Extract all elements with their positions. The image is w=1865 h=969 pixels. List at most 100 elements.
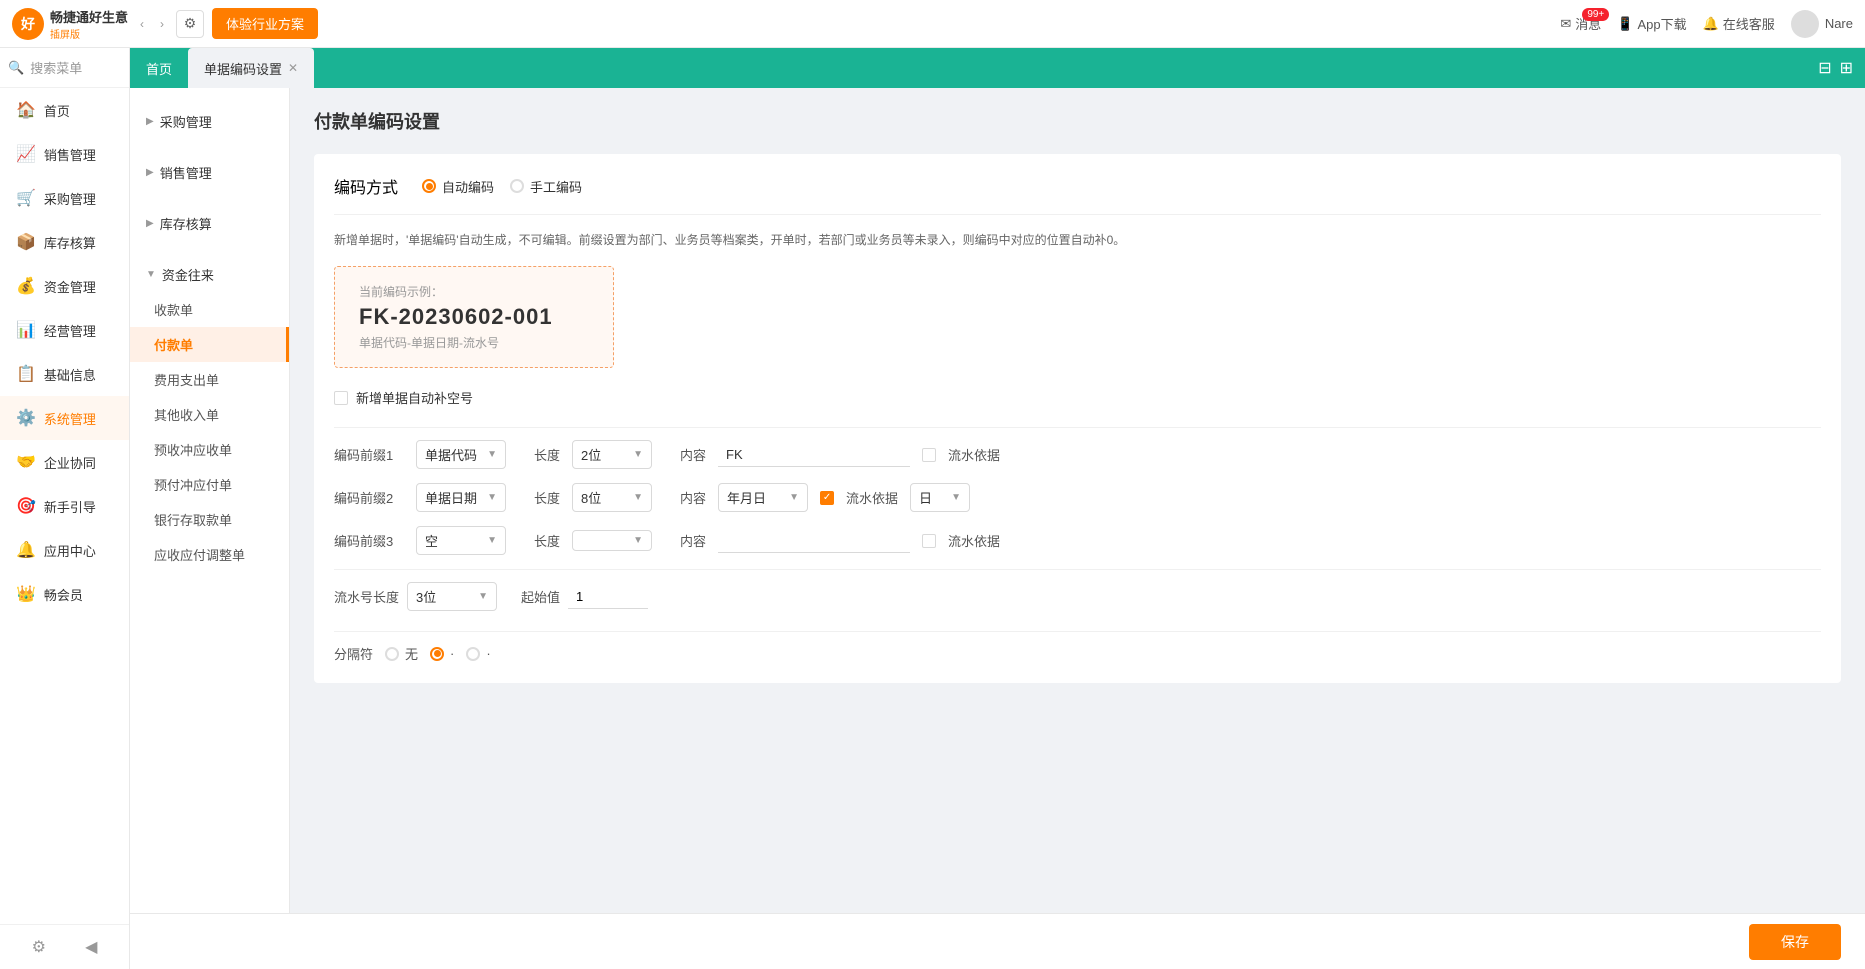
- auto-code-radio-circle: [422, 179, 436, 193]
- sub-item-expense[interactable]: 费用支出单: [130, 362, 289, 397]
- stream2-period-select[interactable]: 日 ▼: [910, 483, 970, 512]
- app-download-area[interactable]: 📱 App下载: [1617, 14, 1686, 33]
- tab-minimize-icon[interactable]: ⊟: [1818, 58, 1831, 78]
- sep-dash-inner: [434, 650, 441, 657]
- sidebar-item-basic[interactable]: 📋 基础信息: [0, 352, 129, 396]
- auto-fill-row: 新增单据自动补空号: [334, 388, 1821, 407]
- sep-dot-radio[interactable]: ·: [466, 646, 490, 661]
- divider-2: [334, 569, 1821, 570]
- sidebar-item-finance[interactable]: 💰 资金管理: [0, 264, 129, 308]
- industry-btn[interactable]: 体验行业方案: [212, 8, 318, 39]
- sub-item-other-income-label: 其他收入单: [154, 408, 219, 423]
- manual-code-radio[interactable]: 手工编码: [510, 177, 582, 196]
- code-preview-value: FK-20230602-001: [359, 304, 589, 330]
- top-bar: 好 畅捷通好生意 插屏版 ‹ › ⚙ 体验行业方案 ✉ 消息 99+ 📱 App…: [0, 0, 1865, 48]
- sub-item-other-income[interactable]: 其他收入单: [130, 397, 289, 432]
- sidebar-label-vip: 畅会员: [44, 585, 83, 604]
- purchase-icon: 🛒: [16, 188, 36, 208]
- manual-code-label: 手工编码: [530, 177, 582, 196]
- prefix2-row: 编码前缀2 单据日期 ▼ 长度 8位 ▼ 内容 年月日: [334, 483, 1821, 512]
- sidebar-item-guide[interactable]: 🎯 新手引导: [0, 484, 129, 528]
- serial-length-arrow-icon: ▼: [478, 591, 488, 602]
- sidebar-item-operation[interactable]: 📊 经营管理: [0, 308, 129, 352]
- sub-item-payment[interactable]: 付款单: [130, 327, 289, 362]
- search-icon: 🔍: [8, 60, 24, 76]
- inventory-icon: 📦: [16, 232, 36, 252]
- content3-label: 内容: [680, 531, 706, 550]
- content2-select[interactable]: 年月日 ▼: [718, 483, 808, 512]
- tab-bar: 首页 单据编码设置 ✕ ⊟ ⊞: [130, 48, 1865, 88]
- code-method-radio-group: 自动编码 手工编码: [422, 177, 582, 196]
- separator-row: 分隔符 无 · ·: [334, 644, 1821, 663]
- message-area[interactable]: ✉ 消息 99+: [1560, 14, 1601, 33]
- settings-bottom-icon[interactable]: ⚙: [32, 937, 46, 957]
- tab-code-settings[interactable]: 单据编码设置 ✕: [188, 48, 314, 88]
- bottom-bar: 保存: [130, 913, 1865, 969]
- sidebar-item-purchase[interactable]: 🛒 采购管理: [0, 176, 129, 220]
- sub-group-capital-title[interactable]: ▼ 资金往来: [130, 257, 289, 292]
- prefix3-arrow-icon: ▼: [487, 535, 497, 546]
- sep-none-radio[interactable]: 无: [385, 644, 418, 663]
- stream3-checkbox[interactable]: [922, 534, 936, 548]
- nav-back-arrow[interactable]: ‹: [136, 13, 148, 35]
- tab-home[interactable]: 首页: [130, 48, 188, 88]
- sub-item-prepay-recv[interactable]: 预收冲应收单: [130, 432, 289, 467]
- message-badge: 99+: [1582, 8, 1609, 21]
- serial-length-group: 流水号长度 3位 ▼: [334, 582, 497, 611]
- auto-fill-checkbox[interactable]: [334, 391, 348, 405]
- sidebar-search[interactable]: 🔍 搜索菜单: [0, 48, 129, 88]
- sub-item-receipt[interactable]: 收款单: [130, 292, 289, 327]
- sidebar-label-operation: 经营管理: [44, 321, 96, 340]
- prefix3-select[interactable]: 空 ▼: [416, 526, 506, 555]
- tab-close-btn[interactable]: ✕: [288, 61, 298, 75]
- app-download-label: App下载: [1637, 14, 1686, 33]
- stream2-period-value: 日: [919, 488, 932, 507]
- stream3-label: 流水依据: [948, 531, 1000, 550]
- prefix1-select[interactable]: 单据代码 ▼: [416, 440, 506, 469]
- basic-icon: 📋: [16, 364, 36, 384]
- settings-gear-btn[interactable]: ⚙: [176, 10, 204, 38]
- sidebar-item-system[interactable]: ⚙️ 系统管理: [0, 396, 129, 440]
- tab-code-settings-label: 单据编码设置: [204, 59, 282, 78]
- sub-group-sales-title[interactable]: ▶ 销售管理: [130, 155, 289, 190]
- sub-group-inventory-label: 库存核算: [160, 214, 212, 233]
- save-button[interactable]: 保存: [1749, 924, 1841, 960]
- tab-expand-icon[interactable]: ⊞: [1840, 58, 1853, 78]
- tab-home-label: 首页: [146, 59, 172, 78]
- collapse-icon[interactable]: ◀: [85, 937, 97, 957]
- start-value-input[interactable]: [568, 585, 648, 609]
- content1-input[interactable]: [718, 443, 910, 467]
- prefix1-value: 单据代码: [425, 445, 477, 464]
- sidebar-item-sales[interactable]: 📈 销售管理: [0, 132, 129, 176]
- sub-item-bank[interactable]: 银行存取款单: [130, 502, 289, 537]
- stream2-checkbox[interactable]: ✓: [820, 491, 834, 505]
- sidebar-label-sales: 销售管理: [44, 145, 96, 164]
- sub-group-inventory-title[interactable]: ▶ 库存核算: [130, 206, 289, 241]
- content3-input[interactable]: [718, 529, 910, 553]
- online-service-area[interactable]: 🔔 在线客服: [1703, 14, 1775, 33]
- nav-forward-arrow[interactable]: ›: [156, 13, 168, 35]
- stream1-checkbox[interactable]: [922, 448, 936, 462]
- sub-item-adjust[interactable]: 应收应付调整单: [130, 537, 289, 572]
- sub-group-purchase-title[interactable]: ▶ 采购管理: [130, 104, 289, 139]
- prefix2-select[interactable]: 单据日期 ▼: [416, 483, 506, 512]
- length1-select[interactable]: 2位 ▼: [572, 440, 652, 469]
- auto-code-radio[interactable]: 自动编码: [422, 177, 494, 196]
- length3-select[interactable]: ▼: [572, 530, 652, 551]
- prefix3-label: 编码前缀3: [334, 531, 404, 550]
- sub-item-prepay-pay[interactable]: 预付冲应付单: [130, 467, 289, 502]
- sidebar-item-vip[interactable]: 👑 畅会员: [0, 572, 129, 616]
- sep-dash-radio[interactable]: ·: [430, 646, 454, 661]
- serial-length-select[interactable]: 3位 ▼: [407, 582, 497, 611]
- sidebar-item-apps[interactable]: 🔔 应用中心: [0, 528, 129, 572]
- sidebar-label-apps: 应用中心: [44, 541, 96, 560]
- sidebar-item-collab[interactable]: 🤝 企业协同: [0, 440, 129, 484]
- length2-select[interactable]: 8位 ▼: [572, 483, 652, 512]
- sidebar-item-inventory[interactable]: 📦 库存核算: [0, 220, 129, 264]
- sidebar-search-label: 搜索菜单: [30, 58, 82, 77]
- user-area[interactable]: Nare: [1791, 10, 1853, 38]
- sidebar-item-home[interactable]: 🏠 首页: [0, 88, 129, 132]
- stream1-label: 流水依据: [948, 445, 1000, 464]
- logo-text: 畅捷通好生意 插屏版: [50, 7, 128, 41]
- sub-group-purchase-label: 采购管理: [160, 112, 212, 131]
